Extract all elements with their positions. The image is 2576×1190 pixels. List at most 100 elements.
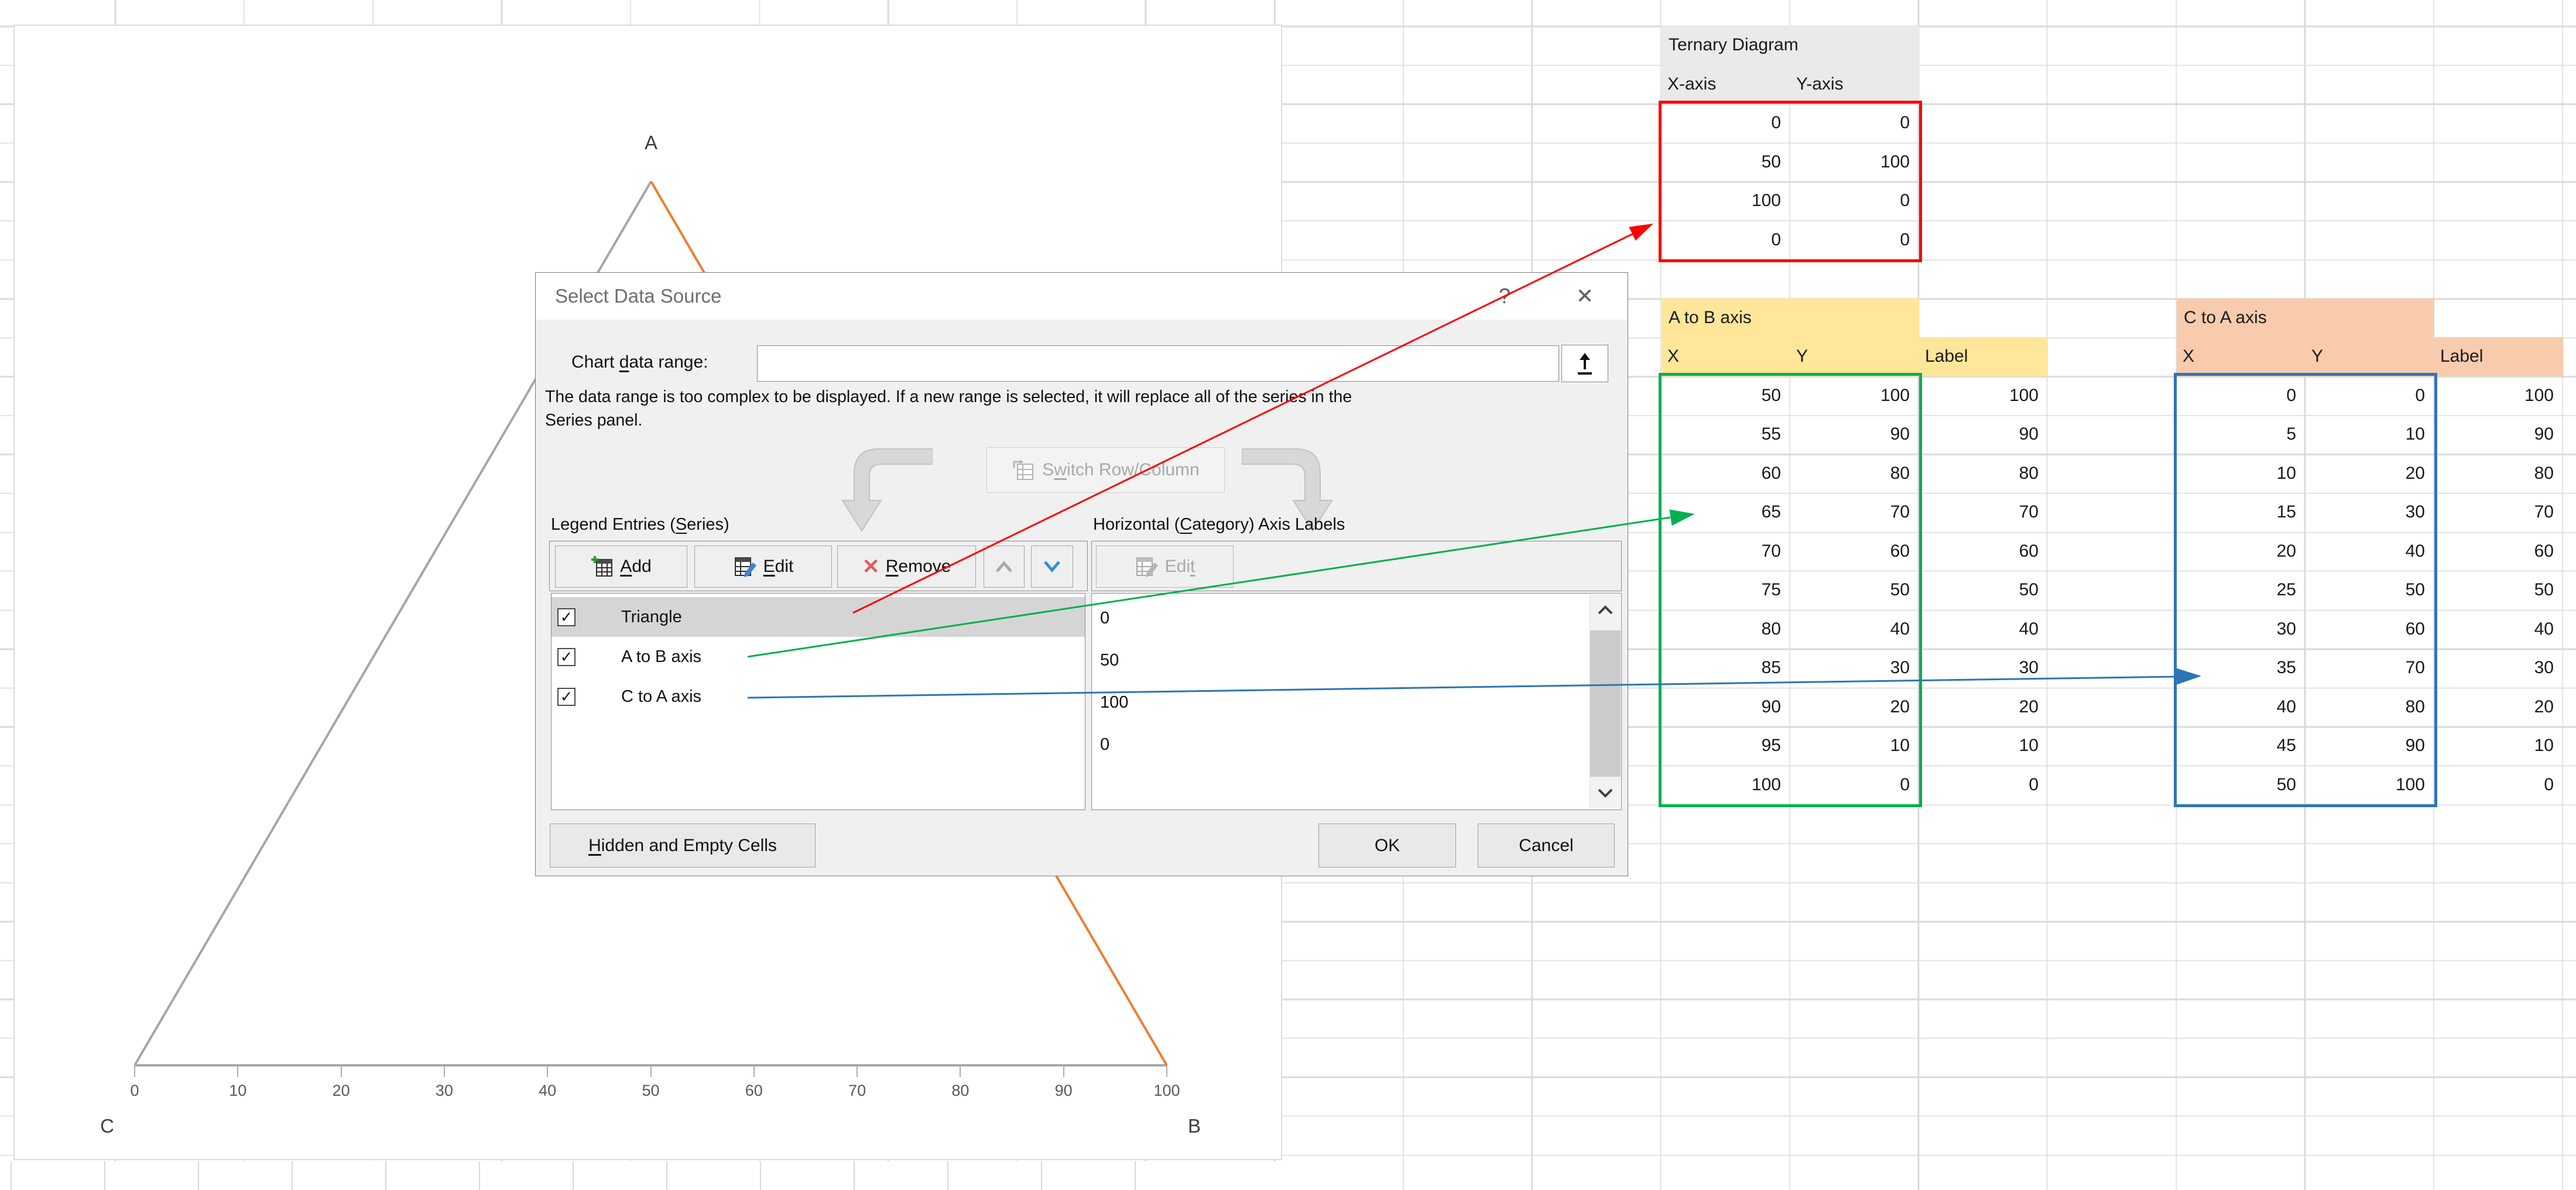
edit-series-button[interactable]: Edit	[694, 546, 832, 588]
x-axis-tick-label: 20	[332, 1082, 350, 1099]
ab-table-title[interactable]: A to B axis	[1662, 298, 1919, 337]
ternary-header-x[interactable]: X-axis	[1662, 64, 1790, 104]
add-button-label: Add	[620, 557, 652, 576]
x-axis-tick-label: 0	[130, 1082, 139, 1099]
chevron-down-icon	[1044, 561, 1060, 572]
series-item-triangle[interactable]: ✓ Triangle	[551, 597, 1085, 637]
cell-label[interactable]: 90	[2434, 415, 2563, 454]
x-axis-tick-label: 60	[745, 1082, 763, 1099]
cell-label[interactable]: 0	[2434, 766, 2563, 805]
edit-axis-labels-button[interactable]: Edit	[1096, 546, 1234, 588]
ca-header-x[interactable]: X	[2177, 337, 2306, 376]
cell-label[interactable]: 100	[2434, 376, 2563, 416]
chart-data-range-input[interactable]	[757, 345, 1559, 382]
excel-workspace: 0 10 20 30 40 50 60 70 80 90 100 A C B Ternary Dia…	[0, 0, 2576, 1190]
x-axis-tick-label: 50	[642, 1082, 660, 1099]
ab-header-label[interactable]: Label	[1919, 337, 2048, 376]
ab-header-y[interactable]: Y	[1790, 337, 1919, 376]
cell-label[interactable]: 90	[1919, 415, 2048, 454]
remove-series-button[interactable]: ✕ Remove	[837, 546, 976, 588]
blue-range-outline	[2174, 373, 2437, 807]
chevron-up-icon	[996, 561, 1012, 572]
hidden-and-empty-cells-button[interactable]: Hidden and Empty Cells	[550, 824, 816, 867]
cell-label[interactable]: 40	[1919, 610, 2048, 649]
x-axis-tick-label: 40	[539, 1082, 557, 1099]
remove-button-label: Remove	[885, 557, 951, 576]
edit-table-icon	[734, 557, 756, 577]
cell-label[interactable]: 100	[1919, 376, 2048, 416]
legend-entries-label: Legend Entries (Series)	[551, 515, 729, 534]
axis-labels-label: Horizontal (Category) Axis Labels	[1093, 515, 1345, 534]
scroll-up-button[interactable]	[1590, 594, 1621, 627]
edit-button-label: Edit	[763, 557, 794, 576]
edit-axis-button-label: Edit	[1164, 557, 1195, 576]
ca-table-title[interactable]: C to A axis	[2177, 298, 2434, 337]
x-axis-tick-label: 70	[848, 1082, 866, 1099]
ca-header-y[interactable]: Y	[2306, 337, 2434, 376]
checkbox-checked[interactable]: ✓	[557, 687, 576, 706]
cell-label[interactable]: 30	[1919, 649, 2048, 688]
axis-list-scrollbar[interactable]	[1590, 594, 1621, 809]
cell-label[interactable]: 40	[2434, 610, 2563, 649]
x-axis-tick-label: 80	[951, 1082, 970, 1099]
ab-header-x[interactable]: X	[1662, 337, 1790, 376]
move-series-up-button[interactable]	[984, 546, 1025, 588]
cell-label[interactable]: 30	[2434, 649, 2563, 688]
range-selector-icon	[1578, 353, 1592, 375]
x-axis-tick-label: 90	[1054, 1082, 1073, 1099]
add-table-icon	[591, 556, 613, 577]
cell-label[interactable]: 20	[1919, 688, 2048, 727]
ternary-header-y[interactable]: Y-axis	[1790, 64, 1919, 104]
cell-label[interactable]: 80	[1919, 454, 2048, 493]
checkbox-checked[interactable]: ✓	[557, 647, 576, 666]
legend-entries-list: ✓ Triangle ✓ A to B axis ✓ C to A axis	[551, 593, 1085, 810]
cell-label[interactable]: 10	[2434, 726, 2563, 766]
series-item-c-to-a[interactable]: ✓ C to A axis	[551, 677, 1085, 716]
red-range-outline	[1659, 101, 1922, 262]
collapse-dialog-button[interactable]	[1561, 345, 1608, 382]
series-label: C to A axis	[621, 687, 702, 706]
move-series-down-button[interactable]	[1031, 546, 1073, 588]
switch-row-column-button[interactable]: Switch Row/Column	[986, 447, 1225, 493]
notice-line-1: The data range is too complex to be disp…	[545, 387, 1352, 406]
ternary-table-title[interactable]: Ternary Diagram	[1662, 26, 1919, 65]
remove-x-icon: ✕	[862, 554, 880, 578]
axis-labels-list: 0 50 100 0	[1091, 593, 1622, 810]
scroll-down-button[interactable]	[1590, 776, 1621, 809]
vertex-label-b: B	[1187, 1115, 1201, 1137]
ok-button[interactable]: OK	[1318, 824, 1456, 867]
series-item-a-to-b[interactable]: ✓ A to B axis	[551, 637, 1085, 677]
checkbox-checked[interactable]: ✓	[557, 608, 576, 626]
cell-label[interactable]: 0	[1919, 766, 2048, 805]
curved-arrow-left-icon	[841, 448, 933, 532]
edit-table-icon-disabled	[1136, 557, 1158, 577]
notice-line-2: Series panel.	[545, 411, 643, 430]
ca-header-label[interactable]: Label	[2434, 337, 2563, 376]
dialog-title: Select Data Source	[555, 285, 722, 307]
axis-value-item[interactable]: 0	[1092, 723, 1621, 766]
series-label: Triangle	[621, 607, 682, 626]
cell-label[interactable]: 50	[2434, 571, 2563, 610]
switch-row-column-icon	[1013, 459, 1034, 480]
cell-label[interactable]: 50	[1919, 571, 2048, 610]
x-axis-tick-label: 30	[435, 1082, 453, 1099]
cell-label[interactable]: 70	[2434, 493, 2563, 532]
axis-value-item[interactable]: 50	[1092, 639, 1621, 681]
axis-value-item[interactable]: 100	[1092, 681, 1621, 723]
scroll-down-icon	[1598, 788, 1613, 798]
cell-label[interactable]: 80	[2434, 454, 2563, 493]
cell-label[interactable]: 60	[2434, 532, 2563, 571]
cell-label[interactable]: 70	[1919, 493, 2048, 532]
add-series-button[interactable]: Add	[555, 546, 687, 588]
scrollbar-thumb[interactable]	[1590, 630, 1621, 777]
select-data-source-dialog: Select Data Source ? ✕ Chart data range:…	[535, 272, 1628, 876]
cell-label[interactable]: 20	[2434, 688, 2563, 727]
axis-value-item[interactable]: 0	[1092, 597, 1621, 639]
cell-label[interactable]: 10	[1919, 726, 2048, 766]
x-axis-tick-label: 100	[1153, 1082, 1180, 1099]
close-icon[interactable]: ✕	[1558, 273, 1611, 320]
series-label: A to B axis	[621, 647, 702, 666]
cancel-button[interactable]: Cancel	[1478, 824, 1615, 867]
cell-label[interactable]: 60	[1919, 532, 2048, 571]
help-icon[interactable]: ?	[1478, 273, 1531, 320]
